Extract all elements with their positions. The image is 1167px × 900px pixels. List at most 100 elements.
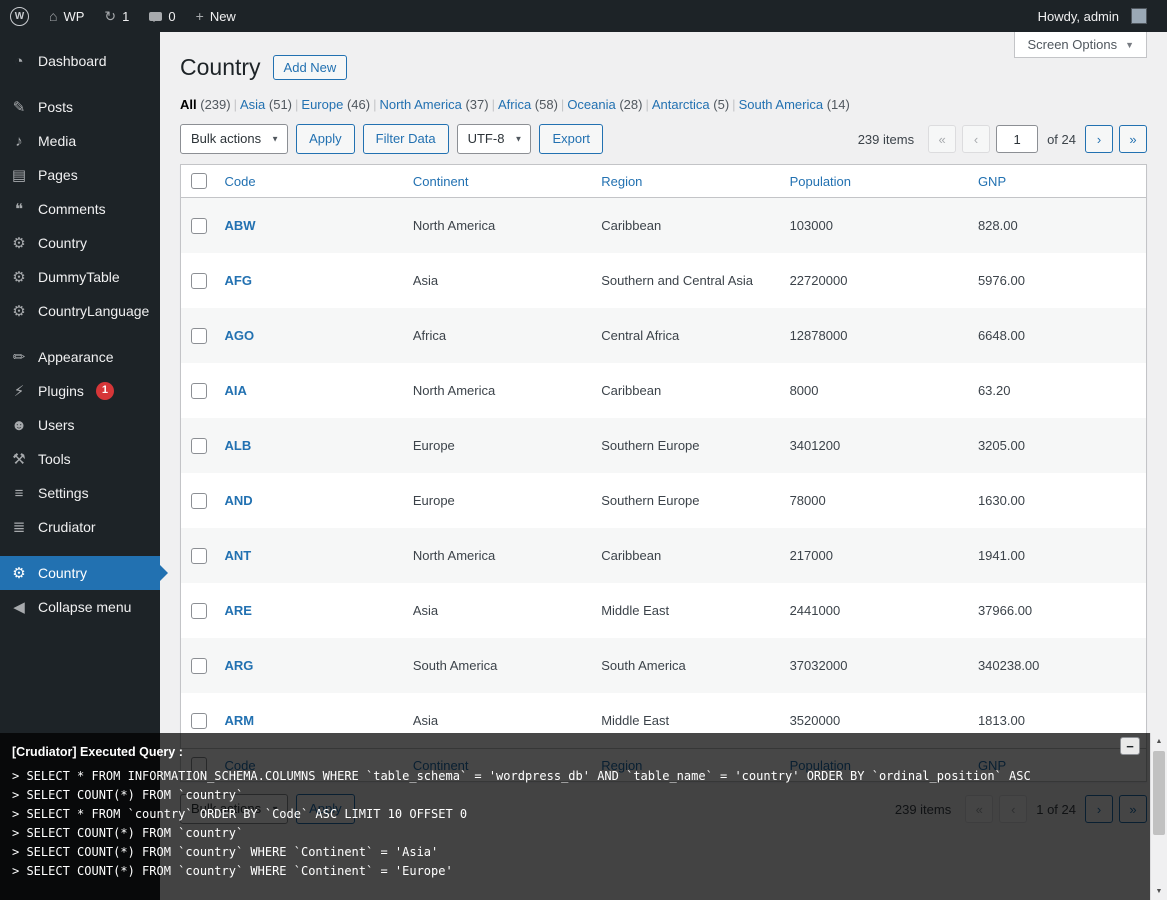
current-page-input[interactable] bbox=[996, 125, 1039, 154]
scrollbar[interactable]: ▲ ▼ bbox=[1150, 733, 1167, 900]
row-checkbox[interactable] bbox=[191, 547, 207, 564]
column-header-code[interactable]: Code bbox=[225, 174, 256, 189]
comments-count: 0 bbox=[168, 8, 176, 24]
row-checkbox[interactable] bbox=[191, 712, 207, 729]
bulk-actions-select[interactable]: Bulk actions ▼ bbox=[180, 124, 289, 155]
apply-button[interactable]: Apply bbox=[296, 124, 355, 155]
sidebar-item-country[interactable]: ⚙ Country bbox=[0, 226, 160, 260]
sidebar-item-dummytable[interactable]: ⚙ DummyTable bbox=[0, 260, 160, 294]
cell-continent: Asia bbox=[412, 603, 439, 619]
encoding-select[interactable]: UTF-8 ▼ bbox=[456, 124, 532, 155]
sidebar-item-settings[interactable]: ≡ Settings bbox=[0, 476, 160, 510]
sidebar-item-dashboard[interactable]: ◔ Dashboard bbox=[0, 44, 160, 78]
chevron-down-icon: ▼ bbox=[1125, 39, 1134, 50]
filter-links: All (239) | Asia (51) | Europe (46) | North Am… bbox=[180, 97, 1147, 112]
cell-gnp: 1941.00 bbox=[977, 548, 1025, 564]
sidebar-item-label: Country bbox=[38, 235, 88, 251]
filter-data-button[interactable]: Filter Data bbox=[362, 124, 449, 155]
row-checkbox[interactable] bbox=[191, 217, 207, 234]
column-header-gnp[interactable]: GNP bbox=[978, 174, 1006, 189]
filter-europe[interactable]: Europe bbox=[301, 97, 343, 112]
table-row: ARE Asia Middle East 2441000 37966.00 bbox=[181, 583, 1147, 638]
filter-north-america[interactable]: North America bbox=[379, 97, 461, 112]
row-code-link[interactable]: ARM bbox=[225, 713, 255, 728]
add-new-button[interactable]: Add New bbox=[272, 55, 348, 80]
row-code-link[interactable]: AFG bbox=[225, 273, 252, 288]
filter-oceania[interactable]: Oceania bbox=[567, 97, 615, 112]
column-header-continent[interactable]: Continent bbox=[413, 174, 469, 189]
scroll-up-icon[interactable]: ▲ bbox=[1151, 733, 1167, 750]
column-header-region[interactable]: Region bbox=[601, 174, 642, 189]
filter-asia[interactable]: Asia bbox=[240, 97, 265, 112]
sidebar-item-label: Collapse menu bbox=[38, 599, 132, 615]
row-checkbox[interactable] bbox=[191, 657, 207, 674]
column-header-population[interactable]: Population bbox=[790, 174, 851, 189]
row-checkbox[interactable] bbox=[191, 272, 207, 289]
my-account-menu[interactable]: Howdy, admin bbox=[1028, 0, 1157, 32]
filter-count: (239) bbox=[196, 97, 231, 112]
sidebar-item-users[interactable]: ☻ Users bbox=[0, 408, 160, 442]
row-code-link[interactable]: ABW bbox=[225, 218, 256, 233]
users-icon: ☻ bbox=[11, 416, 27, 434]
filter-africa[interactable]: Africa bbox=[498, 97, 531, 112]
sidebar-item-appearance[interactable]: ✏ Appearance bbox=[0, 340, 160, 374]
export-button[interactable]: Export bbox=[539, 124, 604, 155]
settings-icon: ≡ bbox=[14, 484, 24, 502]
console-query-line: > SELECT * FROM INFORMATION_SCHEMA.COLUM… bbox=[12, 769, 1031, 783]
filter-antarctica[interactable]: Antarctica bbox=[652, 97, 710, 112]
cell-gnp: 1630.00 bbox=[977, 493, 1025, 509]
console-lines: > SELECT * FROM INFORMATION_SCHEMA.COLUM… bbox=[12, 767, 1155, 881]
sidebar-item-collapse-menu[interactable]: ◀ Collapse menu bbox=[0, 590, 160, 624]
site-name-menu[interactable]: ⌂ WP bbox=[39, 0, 94, 32]
comments-menu[interactable]: 0 bbox=[139, 0, 185, 32]
sidebar-item-posts[interactable]: ✎ Posts bbox=[0, 90, 160, 124]
sidebar-item-crudiator[interactable]: ≣ Crudiator bbox=[0, 510, 160, 544]
row-code-link[interactable]: AIA bbox=[225, 383, 247, 398]
row-code-link[interactable]: ANT bbox=[225, 548, 252, 563]
sidebar-item-label: Media bbox=[38, 133, 77, 149]
screen-options-button[interactable]: Screen Options ▼ bbox=[1014, 32, 1147, 58]
row-code-link[interactable]: AGO bbox=[225, 328, 255, 343]
filter-count: (37) bbox=[461, 97, 489, 112]
filter-all[interactable]: All bbox=[180, 97, 197, 112]
console-minimize-button[interactable]: − bbox=[1120, 737, 1140, 755]
new-content-menu[interactable]: + New bbox=[186, 0, 246, 32]
items-count: 239 items bbox=[857, 131, 915, 147]
filter-divider: | bbox=[491, 97, 495, 112]
first-page-button: « bbox=[928, 125, 957, 154]
wordpress-logo-menu[interactable]: W bbox=[0, 0, 39, 32]
last-page-button[interactable]: » bbox=[1119, 125, 1147, 154]
sidebar-item-tools[interactable]: ⚒ Tools bbox=[0, 442, 160, 476]
filter-south-america[interactable]: South America bbox=[739, 97, 824, 112]
select-all-checkbox[interactable] bbox=[191, 173, 207, 190]
row-checkbox[interactable] bbox=[191, 382, 207, 399]
cell-population: 8000 bbox=[789, 383, 819, 399]
row-checkbox[interactable] bbox=[191, 602, 207, 619]
next-page-button[interactable]: › bbox=[1085, 125, 1113, 154]
query-console-overlay: [Crudiator] Executed Query : > SELECT * … bbox=[0, 733, 1167, 900]
comments-bubble-icon bbox=[149, 11, 163, 22]
row-checkbox[interactable] bbox=[191, 327, 207, 344]
updates-menu[interactable]: ↻ 1 bbox=[94, 0, 139, 32]
sidebar-item-label: Posts bbox=[38, 99, 74, 115]
sidebar-item-label: Dashboard bbox=[38, 53, 107, 69]
sidebar-item-media[interactable]: ♪ Media bbox=[0, 124, 160, 158]
scrollbar-thumb[interactable] bbox=[1153, 751, 1165, 835]
filter-count: (5) bbox=[709, 97, 730, 112]
row-code-link[interactable]: ALB bbox=[225, 438, 252, 453]
sidebar-item-countrylanguage[interactable]: ⚙ CountryLanguage bbox=[0, 294, 160, 328]
sidebar-item-comments[interactable]: ❝ Comments bbox=[0, 192, 160, 226]
table-row: AFG Asia Southern and Central Asia 22720… bbox=[181, 253, 1147, 308]
sidebar-item-pages[interactable]: ▤ Pages bbox=[0, 158, 160, 192]
row-code-link[interactable]: ARG bbox=[225, 658, 254, 673]
sidebar-item-country[interactable]: ⚙ Country bbox=[0, 556, 160, 590]
row-checkbox[interactable] bbox=[191, 492, 207, 509]
row-code-link[interactable]: AND bbox=[225, 493, 253, 508]
pages-icon: ▤ bbox=[11, 166, 27, 184]
row-checkbox[interactable] bbox=[191, 437, 207, 454]
row-code-link[interactable]: ARE bbox=[225, 603, 252, 618]
cell-region: Caribbean bbox=[601, 218, 662, 234]
filter-count: (51) bbox=[265, 97, 293, 112]
scroll-down-icon[interactable]: ▼ bbox=[1151, 883, 1167, 900]
sidebar-item-plugins[interactable]: ⚡ Plugins 1 bbox=[0, 374, 160, 408]
